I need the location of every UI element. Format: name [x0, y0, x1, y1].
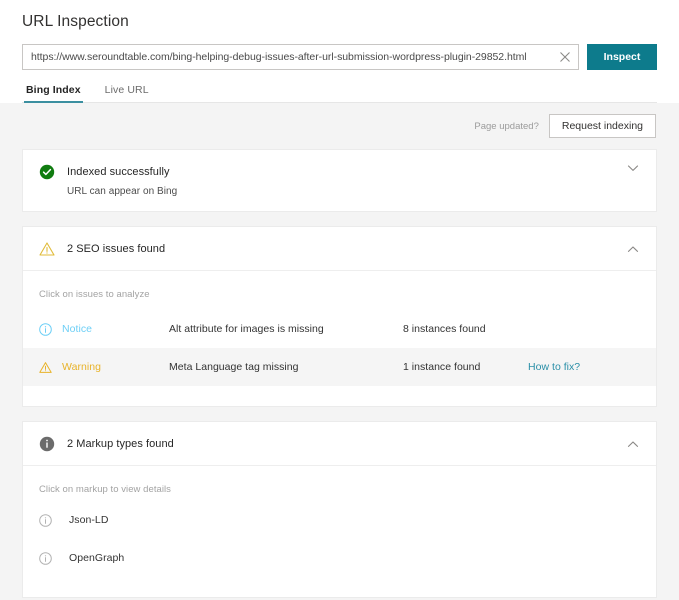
- request-indexing-button[interactable]: Request indexing: [548, 114, 656, 138]
- warning-triangle-icon: [39, 241, 55, 257]
- inspect-button[interactable]: Inspect: [587, 44, 657, 70]
- issue-description: Meta Language tag missing: [169, 361, 299, 373]
- check-circle-icon: [39, 164, 55, 180]
- request-indexing-row: Page updated? Request indexing: [22, 103, 657, 149]
- close-x-icon[interactable]: [558, 50, 572, 64]
- markup-types-hint: Click on markup to view details: [39, 484, 171, 495]
- issue-description: Alt attribute for images is missing: [169, 323, 324, 335]
- seo-issues-card: 2 SEO issues found Click on issues to an…: [22, 226, 657, 407]
- markup-types-title: 2 Markup types found: [67, 438, 174, 450]
- tab-bar: Bing Index Live URL: [22, 84, 657, 103]
- seo-card-footer-space: [23, 386, 656, 406]
- url-input-value: https://www.seroundtable.com/bing-helpin…: [31, 51, 527, 63]
- issue-severity: Notice: [39, 322, 169, 336]
- warning-triangle-icon: [39, 361, 52, 374]
- info-circle-icon: [39, 551, 52, 565]
- info-circle-icon: [39, 322, 52, 336]
- page-header: URL Inspection https://www.seroundtable.…: [0, 0, 679, 103]
- page-updated-label: Page updated?: [474, 120, 539, 132]
- issue-how-to-fix-link[interactable]: How to fix?: [528, 361, 580, 373]
- url-input[interactable]: https://www.seroundtable.com/bing-helpin…: [22, 44, 579, 70]
- issue-severity-label: Notice: [62, 323, 93, 335]
- info-circle-icon: [39, 513, 52, 527]
- table-row[interactable]: Warning Meta Language tag missing 1 inst…: [23, 348, 656, 386]
- list-item[interactable]: OpenGraph: [23, 543, 656, 573]
- page-title: URL Inspection: [22, 13, 129, 30]
- markup-type-label: OpenGraph: [69, 552, 125, 564]
- markup-types-card: 2 Markup types found Click on markup to …: [22, 421, 657, 598]
- seo-issues-title: 2 SEO issues found: [67, 243, 166, 255]
- seo-issues-hint: Click on issues to analyze: [39, 289, 150, 300]
- issue-instance-count: 8 instances found: [403, 323, 486, 335]
- markup-types-card-header[interactable]: 2 Markup types found: [23, 422, 656, 465]
- markup-type-label: Json-LD: [69, 514, 109, 526]
- url-input-row: https://www.seroundtable.com/bing-helpin…: [22, 44, 657, 70]
- indexed-status-card: Indexed successfully URL can appear on B…: [22, 149, 657, 212]
- issue-instance-count: 1 instance found: [403, 361, 481, 373]
- issue-severity-label: Warning: [62, 361, 102, 373]
- seo-issues-card-header[interactable]: 2 SEO issues found: [23, 227, 656, 270]
- url-inspection-page: URL Inspection https://www.seroundtable.…: [0, 0, 679, 600]
- markup-card-footer-space: [23, 581, 656, 597]
- table-row[interactable]: Notice Alt attribute for images is missi…: [23, 310, 656, 348]
- results-area: Page updated? Request indexing Indexed s…: [0, 103, 679, 600]
- list-item[interactable]: Json-LD: [23, 505, 656, 535]
- info-circle-filled-icon: [39, 436, 55, 452]
- indexed-status-title: Indexed successfully: [67, 166, 170, 178]
- issue-severity: Warning: [39, 361, 169, 374]
- chevron-up-icon[interactable]: [626, 437, 640, 451]
- chevron-down-icon[interactable]: [626, 161, 640, 175]
- tab-bing-index[interactable]: Bing Index: [24, 84, 83, 103]
- indexed-status-subtitle: URL can appear on Bing: [67, 186, 178, 197]
- tab-live-url[interactable]: Live URL: [103, 84, 151, 103]
- indexed-status-card-header[interactable]: Indexed successfully: [23, 150, 656, 186]
- chevron-up-icon[interactable]: [626, 242, 640, 256]
